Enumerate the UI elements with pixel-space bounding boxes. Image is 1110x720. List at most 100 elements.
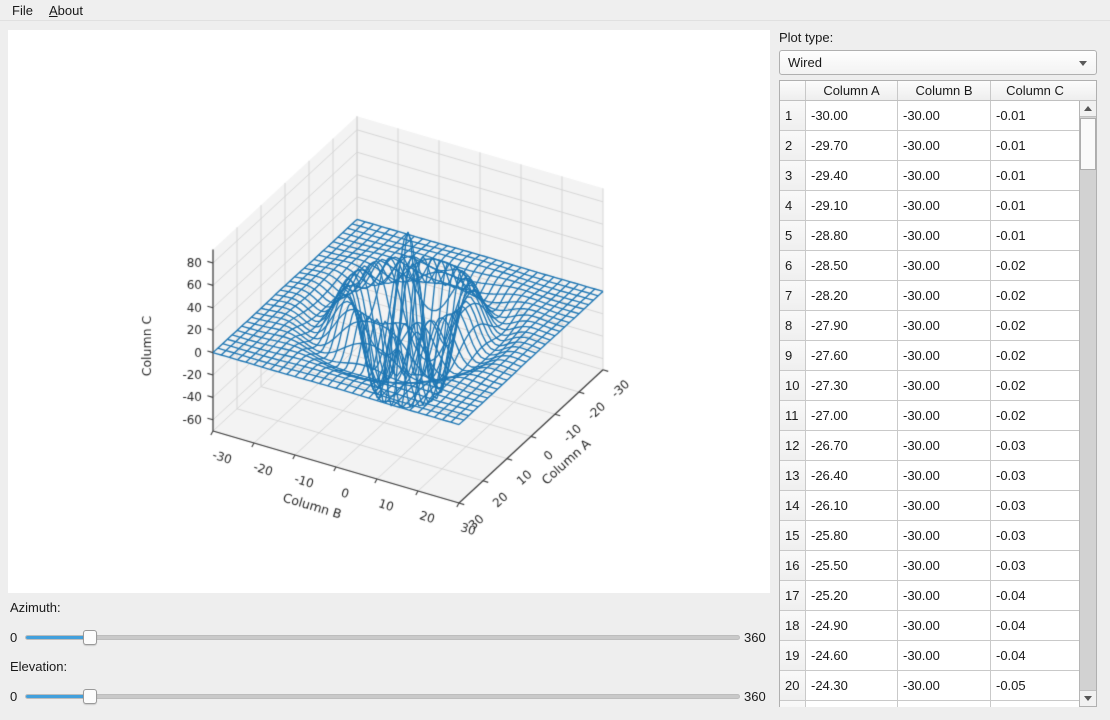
row-index-cell[interactable]: 17 <box>780 581 806 610</box>
cell-column-c[interactable]: -0.05 <box>991 671 1079 700</box>
scrollbar-up-button[interactable] <box>1080 101 1096 117</box>
table-row: 13-26.40-30.00-0.03 <box>780 461 1079 491</box>
cell-column-a[interactable]: -28.80 <box>806 221 898 250</box>
cell-column-a[interactable]: -25.80 <box>806 521 898 550</box>
menu-about[interactable]: About <box>41 1 91 20</box>
cell-column-c[interactable]: -0.03 <box>991 431 1079 460</box>
cell-column-c[interactable]: -0.03 <box>991 491 1079 520</box>
cell-column-c[interactable]: -0.02 <box>991 251 1079 280</box>
scrollbar-thumb[interactable] <box>1080 118 1096 170</box>
cell-column-a[interactable]: -30.00 <box>806 101 898 130</box>
cell-column-b[interactable]: -30.00 <box>898 521 991 550</box>
row-index-cell[interactable]: 15 <box>780 521 806 550</box>
cell-column-b[interactable]: -30.00 <box>898 371 991 400</box>
cell-column-b[interactable]: -30.00 <box>898 251 991 280</box>
cell-column-a[interactable]: -26.10 <box>806 491 898 520</box>
cell-column-a[interactable]: -27.30 <box>806 371 898 400</box>
elevation-slider-thumb[interactable] <box>83 689 97 704</box>
cell-column-b[interactable]: -30.00 <box>898 611 991 640</box>
cell-column-b[interactable]: -30.00 <box>898 671 991 700</box>
row-index-cell[interactable]: 7 <box>780 281 806 310</box>
cell-column-a[interactable]: -27.00 <box>806 401 898 430</box>
cell-column-a[interactable]: -24.60 <box>806 641 898 670</box>
row-index-cell[interactable]: 1 <box>780 101 806 130</box>
cell-column-c[interactable]: -0.03 <box>991 461 1079 490</box>
cell-column-a[interactable]: -29.10 <box>806 191 898 220</box>
cell-column-c[interactable]: -0.04 <box>991 611 1079 640</box>
cell-column-c[interactable] <box>991 701 1079 707</box>
row-index-cell[interactable]: 19 <box>780 641 806 670</box>
cell-column-c[interactable]: -0.03 <box>991 551 1079 580</box>
cell-column-c[interactable]: -0.01 <box>991 191 1079 220</box>
cell-column-a[interactable]: -26.40 <box>806 461 898 490</box>
cell-column-c[interactable]: -0.03 <box>991 521 1079 550</box>
cell-column-a[interactable] <box>806 701 898 707</box>
header-column-b[interactable]: Column B <box>898 81 991 100</box>
menu-file[interactable]: File <box>4 1 41 20</box>
cell-column-a[interactable]: -27.60 <box>806 341 898 370</box>
cell-column-a[interactable]: -24.90 <box>806 611 898 640</box>
elevation-slider[interactable] <box>25 694 740 699</box>
row-index-cell[interactable]: 11 <box>780 401 806 430</box>
cell-column-b[interactable]: -30.00 <box>898 341 991 370</box>
row-index-cell[interactable]: 4 <box>780 191 806 220</box>
scrollbar-down-button[interactable] <box>1080 690 1096 706</box>
table-vertical-scrollbar[interactable] <box>1079 101 1096 706</box>
row-index-cell[interactable]: 6 <box>780 251 806 280</box>
plot-type-combobox[interactable]: Wired <box>779 50 1097 75</box>
row-index-cell[interactable]: 18 <box>780 611 806 640</box>
row-index-cell[interactable]: 10 <box>780 371 806 400</box>
row-index-cell[interactable]: 16 <box>780 551 806 580</box>
cell-column-c[interactable]: -0.01 <box>991 131 1079 160</box>
cell-column-a[interactable]: -26.70 <box>806 431 898 460</box>
cell-column-b[interactable]: -30.00 <box>898 461 991 490</box>
row-index-cell[interactable]: 14 <box>780 491 806 520</box>
cell-column-a[interactable]: -24.30 <box>806 671 898 700</box>
cell-column-b[interactable]: -30.00 <box>898 641 991 670</box>
cell-column-b[interactable]: -30.00 <box>898 161 991 190</box>
header-column-c[interactable]: Column C <box>991 81 1079 100</box>
cell-column-b[interactable]: -30.00 <box>898 191 991 220</box>
row-index-cell[interactable]: 13 <box>780 461 806 490</box>
row-index-cell[interactable]: 2 <box>780 131 806 160</box>
cell-column-c[interactable]: -0.02 <box>991 311 1079 340</box>
row-index-cell[interactable]: 5 <box>780 221 806 250</box>
row-index-cell[interactable]: 9 <box>780 341 806 370</box>
header-column-a[interactable]: Column A <box>806 81 898 100</box>
cell-column-b[interactable]: -30.00 <box>898 221 991 250</box>
cell-column-a[interactable]: -29.70 <box>806 131 898 160</box>
cell-column-b[interactable]: -30.00 <box>898 281 991 310</box>
cell-column-b[interactable]: -30.00 <box>898 131 991 160</box>
cell-column-b[interactable] <box>898 701 991 707</box>
cell-column-b[interactable]: -30.00 <box>898 491 991 520</box>
cell-column-c[interactable]: -0.04 <box>991 581 1079 610</box>
cell-column-c[interactable]: -0.02 <box>991 341 1079 370</box>
cell-column-c[interactable]: -0.02 <box>991 371 1079 400</box>
cell-column-a[interactable]: -25.20 <box>806 581 898 610</box>
cell-column-c[interactable]: -0.02 <box>991 281 1079 310</box>
cell-column-a[interactable]: -25.50 <box>806 551 898 580</box>
row-index-cell[interactable]: 3 <box>780 161 806 190</box>
cell-column-b[interactable]: -30.00 <box>898 311 991 340</box>
cell-column-b[interactable]: -30.00 <box>898 431 991 460</box>
azimuth-slider-thumb[interactable] <box>83 630 97 645</box>
row-index-cell[interactable]: 8 <box>780 311 806 340</box>
3d-wireframe-plot-canvas[interactable] <box>8 30 770 593</box>
cell-column-a[interactable]: -28.20 <box>806 281 898 310</box>
cell-column-c[interactable]: -0.02 <box>991 401 1079 430</box>
cell-column-b[interactable]: -30.00 <box>898 101 991 130</box>
row-index-cell[interactable]: 20 <box>780 671 806 700</box>
cell-column-a[interactable]: -29.40 <box>806 161 898 190</box>
row-index-cell[interactable] <box>780 701 806 707</box>
azimuth-slider[interactable] <box>25 635 740 640</box>
cell-column-b[interactable]: -30.00 <box>898 401 991 430</box>
cell-column-b[interactable]: -30.00 <box>898 551 991 580</box>
cell-column-a[interactable]: -28.50 <box>806 251 898 280</box>
cell-column-b[interactable]: -30.00 <box>898 581 991 610</box>
cell-column-c[interactable]: -0.04 <box>991 641 1079 670</box>
cell-column-c[interactable]: -0.01 <box>991 161 1079 190</box>
cell-column-c[interactable]: -0.01 <box>991 101 1079 130</box>
row-index-cell[interactable]: 12 <box>780 431 806 460</box>
cell-column-c[interactable]: -0.01 <box>991 221 1079 250</box>
cell-column-a[interactable]: -27.90 <box>806 311 898 340</box>
